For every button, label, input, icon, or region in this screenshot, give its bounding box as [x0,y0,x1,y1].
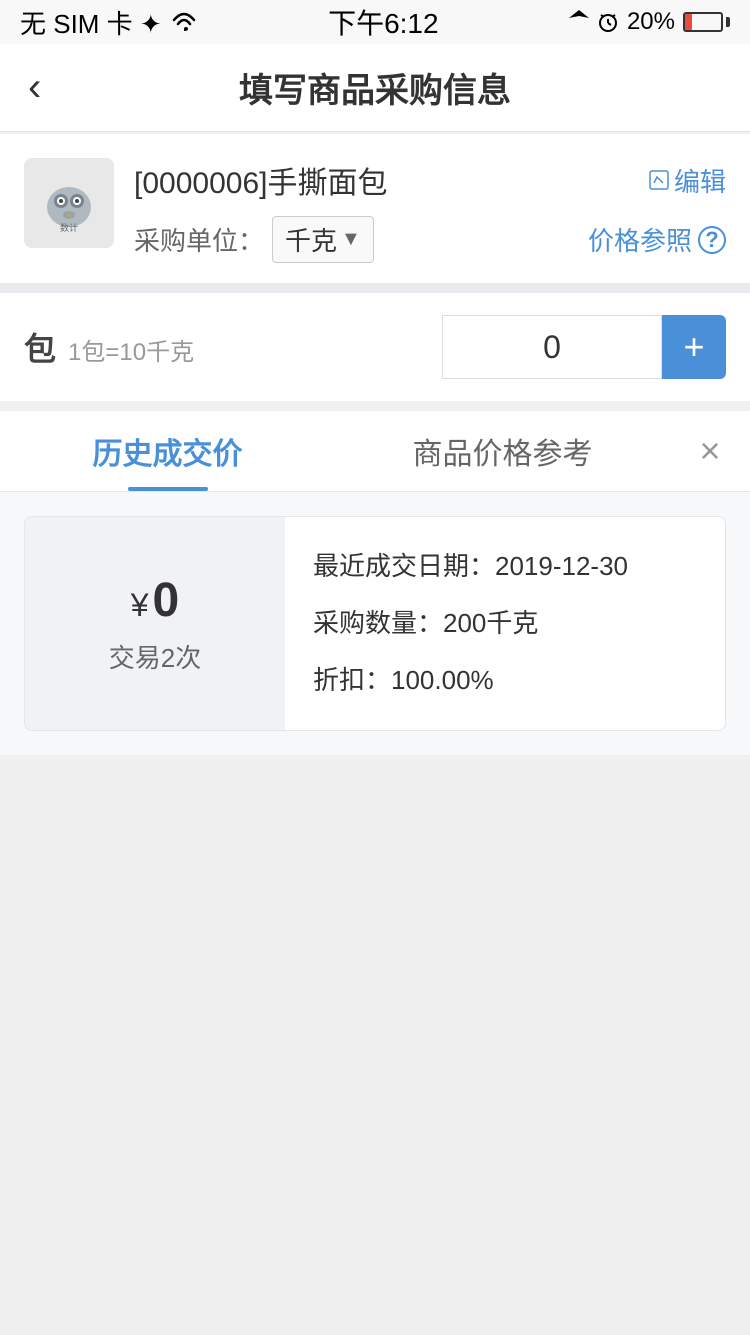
tab-content-history: ¥0 交易2次 最近成交日期：2019-12-30 采购数量：200千克 折扣：… [0,492,750,755]
quantity-input[interactable] [442,315,662,379]
wifi-icon [170,11,198,33]
tab-active-underline [128,487,208,491]
quantity-unit: 包 [24,324,56,370]
price-ref-help-icon: ? [698,226,726,254]
price-reference-button[interactable]: 价格参照 ? [588,221,726,258]
unit-arrow: ▼ [341,228,361,251]
tab-bar: 历史成交价 商品价格参考 × [0,411,750,492]
tab-price-reference[interactable]: 商品价格参考 [335,411,670,491]
status-time: 下午6:12 [328,2,439,42]
status-right: 20% [569,8,730,36]
price-ref-label: 价格参照 [588,221,692,258]
edit-label: 编辑 [674,162,726,199]
recent-date-label: 最近成交日期： [313,551,495,581]
discount-row: 折扣：100.00% [313,661,697,700]
main-content [0,755,750,1335]
tab-history-label: 历史成交价 [93,429,243,473]
quantity-section: 包 1包=10千克 + [0,293,750,401]
battery-icon [683,12,730,32]
purchase-qty-row: 采购数量：200千克 [313,604,697,643]
product-logo: 数计 [37,171,101,235]
nav-bar: ‹ 填写商品采购信息 [0,44,750,132]
discount-value: 100.00% [391,665,494,695]
tab-history-price[interactable]: 历史成交价 [0,411,335,491]
price-card: ¥0 交易2次 最近成交日期：2019-12-30 采购数量：200千克 折扣：… [24,516,726,731]
tab-close-button[interactable]: × [670,411,750,491]
edit-button[interactable]: 编辑 [648,162,726,199]
back-button[interactable]: ‹ [28,65,41,110]
page-title: 填写商品采购信息 [239,63,511,112]
tab-reference-label: 商品价格参考 [413,429,593,473]
unit-value: 千克 [285,221,337,258]
status-bar: 无 SIM 卡 ✦ 下午6:12 20% [0,0,750,44]
alarm-icon [597,11,619,33]
purchase-qty-label: 采购数量： [313,608,443,638]
product-section: 数计 [0000006]手撕面包 编辑 采购单位： 千 [0,134,750,283]
price-amount: 0 [153,574,180,627]
discount-label: 折扣： [313,665,391,695]
quantity-conversion: 1包=10千克 [68,332,194,367]
recent-date-value: 2019-12-30 [495,551,628,581]
unit-label: 采购单位： [134,221,264,258]
purchase-qty-value: 200千克 [443,608,538,638]
battery-percent: 20% [627,8,675,36]
location-icon [569,10,589,34]
price-card-right: 最近成交日期：2019-12-30 采购数量：200千克 折扣：100.00% [285,517,725,730]
divider [0,283,750,293]
product-name: [0000006]手撕面包 [134,158,387,202]
status-left: 无 SIM 卡 ✦ [20,4,198,41]
edit-icon [648,169,670,191]
product-image: 数计 [24,158,114,248]
unit-select[interactable]: 千克 ▼ [272,216,374,263]
product-info: [0000006]手撕面包 编辑 采购单位： 千克 ▼ [134,158,726,263]
price-value: ¥0 [131,573,180,628]
price-trade-count: 交易2次 [109,638,201,675]
tab-section: 历史成交价 商品价格参考 × ¥0 交易2次 最近成交日期：2019-12-30… [0,411,750,755]
sim-status: 无 SIM 卡 ✦ [20,4,162,41]
price-card-left: ¥0 交易2次 [25,517,285,730]
price-currency: ¥ [131,587,149,623]
quantity-plus-button[interactable]: + [662,315,726,379]
recent-date-row: 最近成交日期：2019-12-30 [313,547,697,586]
svg-text:数计: 数计 [60,222,78,233]
